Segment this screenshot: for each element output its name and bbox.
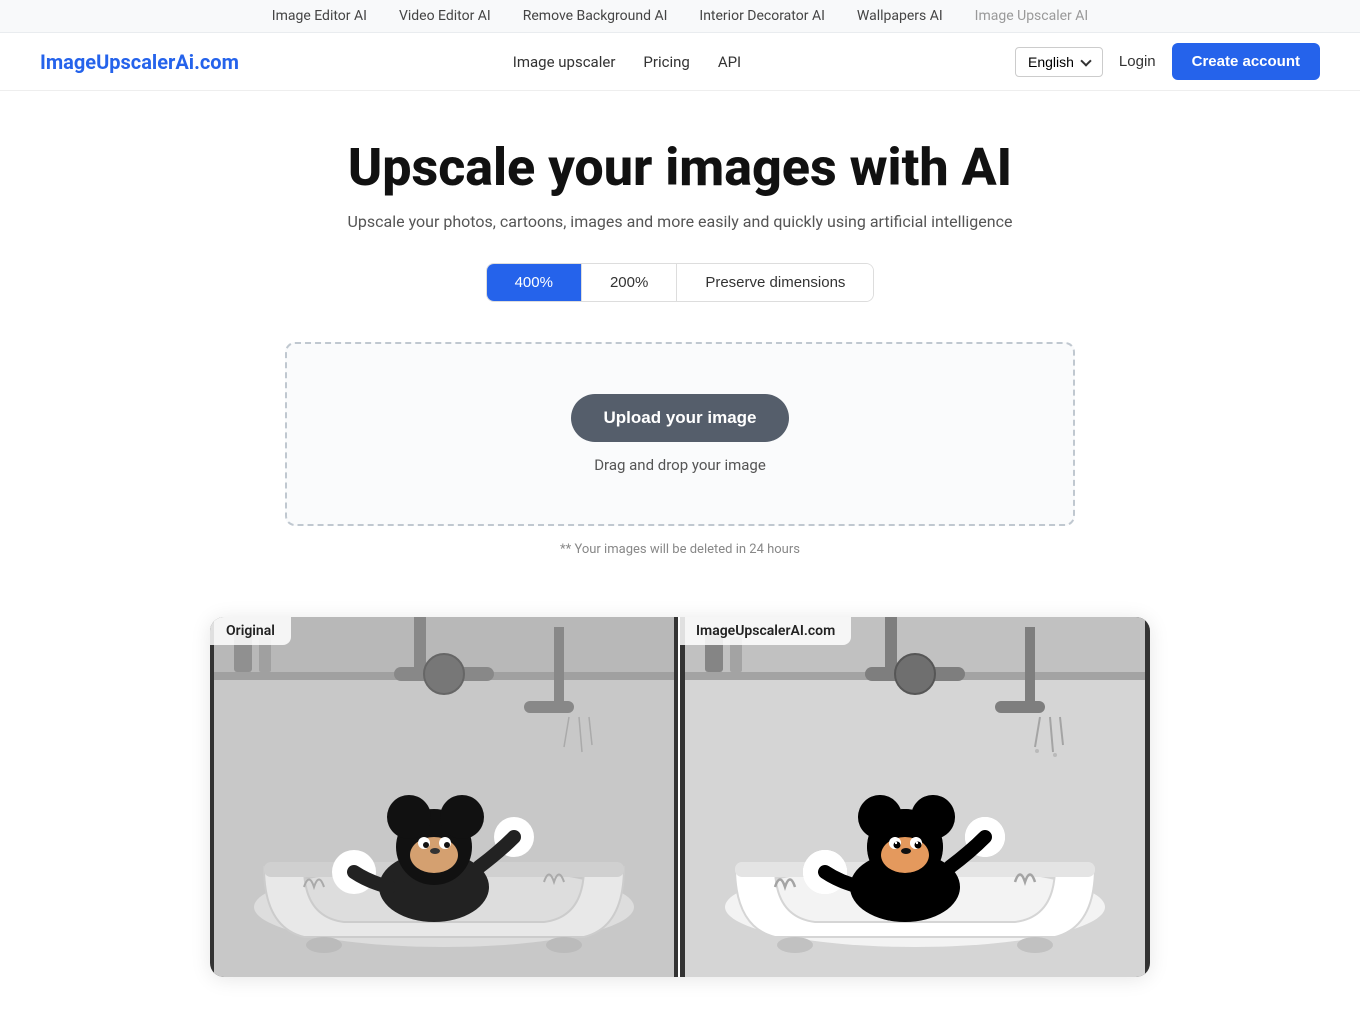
top-bar: Image Editor AI Video Editor AI Remove B… [0, 0, 1360, 33]
hero-subtitle: Upscale your photos, cartoons, images an… [20, 212, 1340, 231]
language-selector[interactable]: English [1015, 47, 1103, 77]
scale-button-group: 400% 200% Preserve dimensions [486, 263, 875, 302]
topbar-link-wallpapers[interactable]: Wallpapers AI [857, 8, 943, 24]
upscaled-image [680, 617, 1150, 977]
topbar-link-upscaler[interactable]: Image Upscaler AI [975, 8, 1089, 24]
nav-actions: English Login Create account [1015, 43, 1320, 80]
topbar-link-video-editor[interactable]: Video Editor AI [399, 8, 491, 24]
chevron-down-icon [1080, 55, 1091, 66]
login-button[interactable]: Login [1119, 53, 1156, 70]
main-nav: ImageUpscalerAi.com Image upscaler Prici… [0, 33, 1360, 91]
scale-200-button[interactable]: 200% [582, 264, 677, 301]
upload-button[interactable]: Upload your image [571, 394, 788, 442]
disclaimer-text: ** Your images will be deleted in 24 hou… [20, 542, 1340, 557]
original-image [210, 617, 680, 977]
language-label: English [1028, 54, 1074, 70]
topbar-link-image-editor[interactable]: Image Editor AI [272, 8, 367, 24]
topbar-link-remove-bg[interactable]: Remove Background AI [523, 8, 668, 24]
hero-title: Upscale your images with AI [20, 139, 1340, 196]
nav-links: Image upscaler Pricing API [513, 53, 741, 71]
drag-drop-text: Drag and drop your image [307, 456, 1053, 474]
create-account-button[interactable]: Create account [1172, 43, 1320, 80]
nav-api[interactable]: API [718, 53, 741, 71]
original-svg [210, 617, 678, 977]
topbar-link-interior[interactable]: Interior Decorator AI [699, 8, 825, 24]
comparison-section: Original ImageUpscalerAI.com [210, 617, 1150, 977]
scale-preserve-button[interactable]: Preserve dimensions [677, 264, 873, 301]
comparison-images [210, 617, 1150, 977]
scale-400-button[interactable]: 400% [487, 264, 582, 301]
nav-pricing[interactable]: Pricing [643, 53, 689, 71]
nav-image-upscaler[interactable]: Image upscaler [513, 53, 616, 71]
site-logo[interactable]: ImageUpscalerAi.com [40, 50, 239, 74]
scale-options: 400% 200% Preserve dimensions [20, 263, 1340, 322]
upscaled-svg [680, 617, 1150, 977]
upload-area[interactable]: Upload your image Drag and drop your ima… [285, 342, 1075, 526]
hero-section: Upscale your images with AI Upscale your… [0, 91, 1360, 617]
